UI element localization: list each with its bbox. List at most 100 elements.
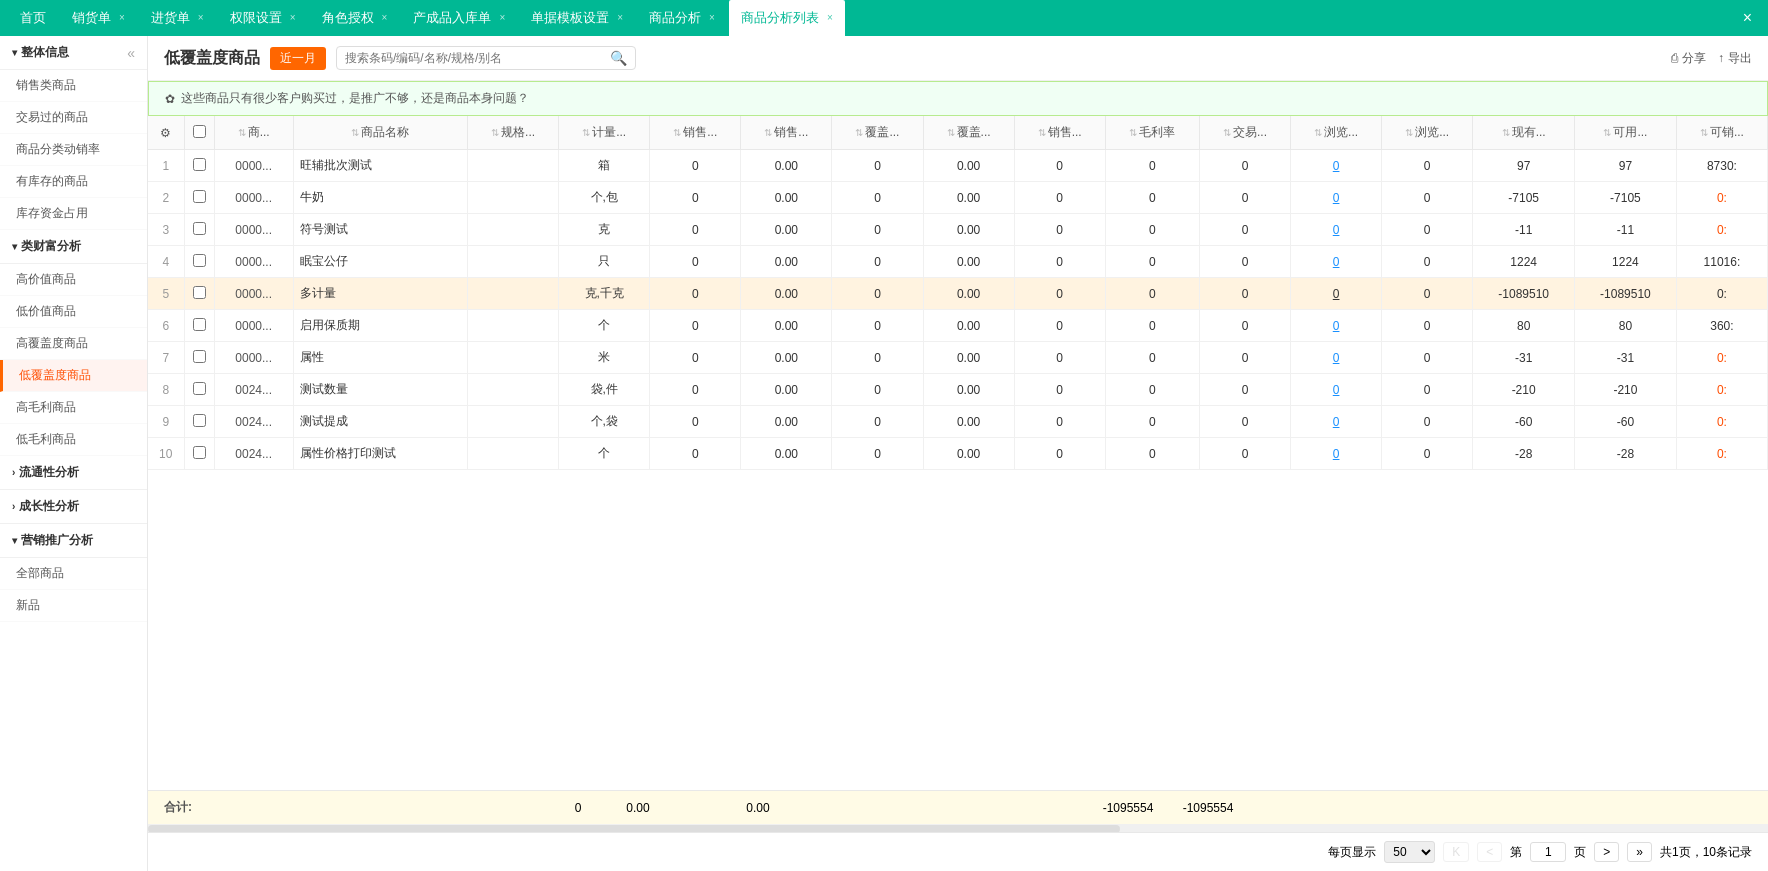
sort-icon[interactable]: ⇅ [855,127,863,138]
nav-close-icon[interactable]: × [499,0,505,36]
nav-product-analysis[interactable]: 商品分析× [637,0,727,36]
nav-permission-settings[interactable]: 权限设置× [218,0,308,36]
row-name[interactable]: 属性 [293,342,467,374]
col-browse1[interactable]: ⇅浏览... [1291,116,1382,150]
row-checkbox[interactable] [184,310,214,342]
nav-close-icon[interactable]: × [617,0,623,36]
nav-close-icon[interactable]: × [198,0,204,36]
row-name[interactable]: 牛奶 [293,182,467,214]
select-all-checkbox[interactable] [193,125,206,138]
col-checkbox[interactable] [184,116,214,150]
row-checkbox[interactable] [184,150,214,182]
col-unit[interactable]: ⇅计量... [559,116,650,150]
nav-template-settings[interactable]: 单据模板设置× [519,0,635,36]
close-all-tabs-button[interactable]: × [1735,9,1760,27]
col-saleable[interactable]: ⇅可销... [1676,116,1767,150]
per-page-select[interactable]: 50 10 20 100 [1384,841,1435,863]
col-cover1[interactable]: ⇅覆盖... [832,116,923,150]
sort-icon[interactable]: ⇅ [1223,127,1231,138]
sidebar-marketing-header[interactable]: ▾ 营销推广分析 [0,524,147,558]
row-name[interactable]: 旺辅批次测试 [293,150,467,182]
row-browse1[interactable]: 0 [1291,278,1382,310]
row-browse1[interactable]: 0 [1291,374,1382,406]
next-page-button[interactable]: > [1594,842,1619,862]
page-number-input[interactable] [1530,842,1566,862]
first-page-button[interactable]: K [1443,842,1469,862]
sidebar-item-high-coverage[interactable]: 高覆盖度商品 [0,328,147,360]
col-browse2[interactable]: ⇅浏览... [1382,116,1473,150]
sidebar-overall-header[interactable]: ▾ 整体信息 « [0,36,147,70]
sidebar-sku-analysis-header[interactable]: ▾ 类财富分析 [0,230,147,264]
sort-icon[interactable]: ⇅ [1502,127,1510,138]
export-button[interactable]: ↑ 导出 [1718,50,1752,67]
col-spec[interactable]: ⇅规格... [468,116,559,150]
nav-close-icon[interactable]: × [709,0,715,36]
nav-close-icon[interactable]: × [119,0,125,36]
row-checkbox[interactable] [184,438,214,470]
sidebar-item-new-goods[interactable]: 新品 [0,590,147,622]
sort-icon[interactable]: ⇅ [1700,127,1708,138]
time-filter-button[interactable]: 近一月 [270,47,326,70]
col-cover2[interactable]: ⇅覆盖... [923,116,1014,150]
sort-icon[interactable]: ⇅ [947,127,955,138]
col-sales-amt[interactable]: ⇅销售... [741,116,832,150]
row-name[interactable]: 多计量 [293,278,467,310]
sort-icon[interactable]: ⇅ [1405,127,1413,138]
nav-purchase-order[interactable]: 进货单× [139,0,216,36]
row-name[interactable]: 启用保质期 [293,310,467,342]
sidebar-item-high-value[interactable]: 高价值商品 [0,264,147,296]
sort-icon[interactable]: ⇅ [1129,127,1137,138]
row-checkbox[interactable] [184,214,214,246]
row-browse1[interactable]: 0 [1291,310,1382,342]
col-trans[interactable]: ⇅交易... [1199,116,1290,150]
nav-product-analysis-list[interactable]: 商品分析列表× [729,0,845,36]
col-sales-qty[interactable]: ⇅销售... [650,116,741,150]
col-current[interactable]: ⇅现有... [1473,116,1575,150]
prev-page-button[interactable]: < [1477,842,1502,862]
col-sales3[interactable]: ⇅销售... [1014,116,1105,150]
sidebar-item-inventory-capital[interactable]: 库存资金占用 [0,198,147,230]
sidebar-item-low-coverage[interactable]: 低覆盖度商品 [0,360,147,392]
row-browse1[interactable]: 0 [1291,214,1382,246]
col-available[interactable]: ⇅可用... [1575,116,1677,150]
col-settings[interactable]: ⚙ [148,116,184,150]
sidebar-growth-header[interactable]: › 成长性分析 [0,490,147,524]
nav-close-icon[interactable]: × [290,0,296,36]
sort-icon[interactable]: ⇅ [1603,127,1611,138]
share-button[interactable]: ⎙ 分享 [1671,50,1706,67]
sidebar-item-category-turnover[interactable]: 商品分类动销率 [0,134,147,166]
sort-icon[interactable]: ⇅ [351,127,359,138]
nav-sales-order[interactable]: 销货单× [60,0,137,36]
sidebar-item-stocked-goods[interactable]: 有库存的商品 [0,166,147,198]
row-checkbox[interactable] [184,374,214,406]
row-name[interactable]: 测试提成 [293,406,467,438]
row-browse1[interactable]: 0 [1291,246,1382,278]
sidebar-item-low-margin[interactable]: 低毛利商品 [0,424,147,456]
nav-close-icon[interactable]: × [382,0,388,36]
sidebar-item-sales-goods[interactable]: 销售类商品 [0,70,147,102]
col-code[interactable]: ⇅商... [214,116,293,150]
nav-finished-goods[interactable]: 产成品入库单× [401,0,517,36]
sidebar-item-low-value[interactable]: 低价值商品 [0,296,147,328]
sidebar-item-all-goods[interactable]: 全部商品 [0,558,147,590]
sort-icon[interactable]: ⇅ [582,127,590,138]
row-name[interactable]: 符号测试 [293,214,467,246]
search-input[interactable] [345,51,610,65]
nav-role-auth[interactable]: 角色授权× [310,0,400,36]
sidebar-flow-header[interactable]: › 流通性分析 [0,456,147,490]
last-page-button[interactable]: » [1627,842,1652,862]
sort-icon[interactable]: ⇅ [673,127,681,138]
row-name[interactable]: 属性价格打印测试 [293,438,467,470]
row-name[interactable]: 测试数量 [293,374,467,406]
col-gross-rate[interactable]: ⇅毛利率 [1105,116,1199,150]
sort-icon[interactable]: ⇅ [238,127,246,138]
sort-icon[interactable]: ⇅ [1314,127,1322,138]
row-browse1[interactable]: 0 [1291,150,1382,182]
row-browse1[interactable]: 0 [1291,406,1382,438]
sort-icon[interactable]: ⇅ [1038,127,1046,138]
row-name[interactable]: 眠宝公仔 [293,246,467,278]
row-checkbox[interactable] [184,246,214,278]
nav-home[interactable]: 首页 [8,0,58,36]
row-checkbox[interactable] [184,278,214,310]
row-checkbox[interactable] [184,342,214,374]
